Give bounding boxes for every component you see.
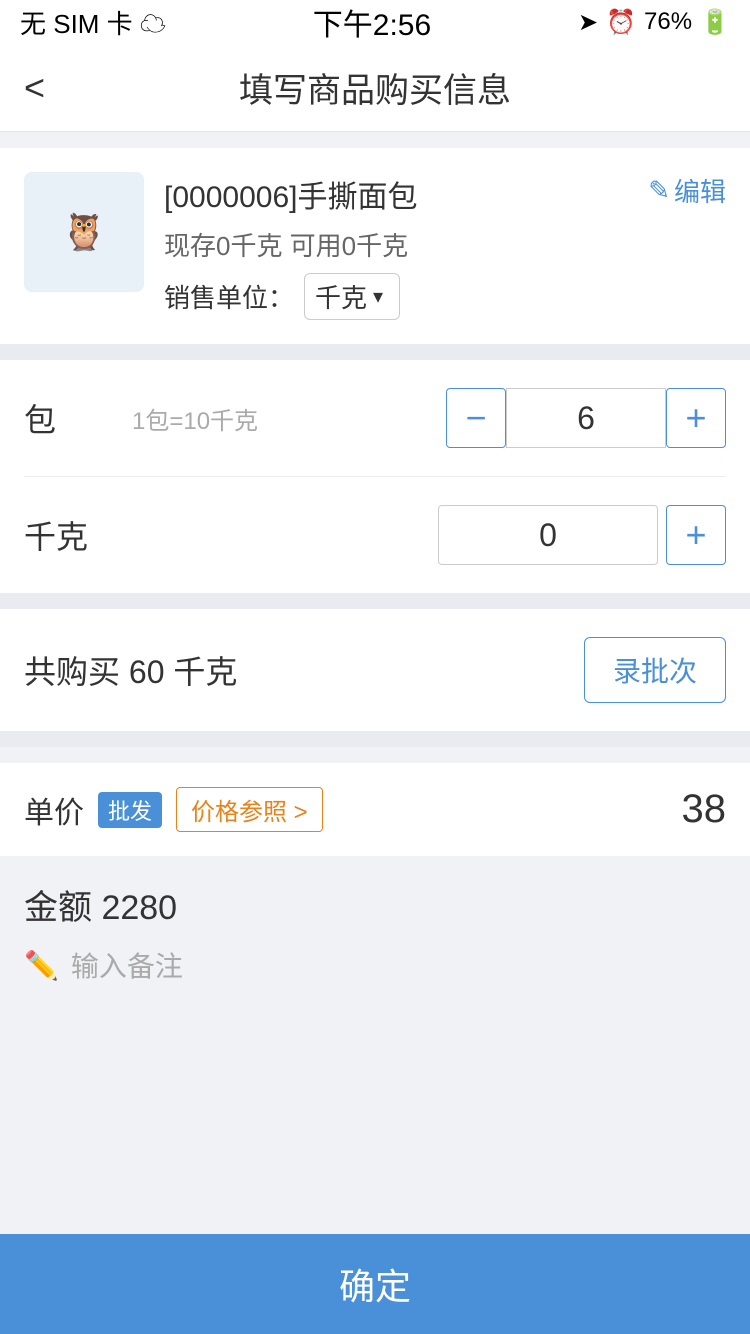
bao-input-row: 包 1包=10千克 − + [24, 360, 726, 477]
batch-button[interactable]: 录批次 [584, 637, 726, 703]
page-title: 填写商品购买信息 [239, 63, 511, 112]
product-unit-row: 销售单位： 千克 ▾ [164, 273, 726, 320]
edit-label[interactable]: 编辑 [674, 172, 726, 209]
price-label: 单价 [24, 788, 84, 832]
section-divider-1 [0, 344, 750, 360]
bao-decrement-button[interactable]: − [446, 388, 506, 448]
bao-label: 包 [24, 395, 124, 441]
section-divider-3 [0, 731, 750, 747]
back-button[interactable]: < [24, 67, 45, 109]
batch-tag: 批发 [98, 792, 162, 828]
unit-dropdown[interactable]: 千克 ▾ [304, 273, 400, 320]
amount-note[interactable]: ✏️ 输入备注 [24, 945, 726, 1009]
bao-hint: 1包=10千克 [132, 401, 446, 436]
product-image: 🦉 [24, 172, 144, 292]
bao-qty-control: − + [446, 388, 726, 448]
confirm-button[interactable]: 确定 [0, 1234, 750, 1334]
kg-qty-control: + [438, 505, 726, 565]
unit-label: 销售单位： [164, 278, 294, 315]
price-ref-button[interactable]: 价格参照 > [176, 787, 323, 832]
product-name-row: [0000006]手撕面包 ✎ 编辑 [164, 172, 726, 216]
bao-input[interactable] [506, 388, 666, 448]
amount-label: 金额 [24, 889, 101, 927]
location-icon: ➤ [578, 8, 598, 37]
product-info: [0000006]手撕面包 ✎ 编辑 现存0千克 可用0千克 销售单位： 千克 … [164, 172, 726, 320]
bao-increment-button[interactable]: + [666, 388, 726, 448]
kg-increment-button[interactable]: + [666, 505, 726, 565]
alarm-icon: ⏰ [606, 8, 636, 37]
amount-section: 金额 2280 ✏️ 输入备注 [0, 856, 750, 1009]
edit-icon: ✎ [648, 175, 670, 206]
battery-level: 76% [644, 8, 692, 36]
status-battery: ➤ ⏰ 76% 🔋 [578, 8, 730, 37]
kg-input[interactable] [438, 505, 658, 565]
total-text: 共购买 60 千克 [24, 647, 237, 693]
price-left: 单价 批发 价格参照 > [24, 787, 323, 832]
amount-value: 2280 [101, 889, 177, 927]
edit-link[interactable]: ✎ 编辑 [648, 172, 726, 209]
input-section: 包 1包=10千克 − + 千克 + [0, 360, 750, 593]
kg-input-row: 千克 + [24, 477, 726, 593]
amount-row: 金额 2280 [24, 880, 726, 929]
price-value: 38 [682, 787, 727, 832]
product-name: [0000006]手撕面包 [164, 172, 417, 216]
section-divider-2 [0, 593, 750, 609]
status-time: 下午2:56 [313, 0, 431, 44]
nav-bar: < 填写商品购买信息 [0, 44, 750, 132]
product-card: 🦉 [0000006]手撕面包 ✎ 编辑 现存0千克 可用0千克 销售单位： 千… [0, 148, 750, 344]
battery-icon: 🔋 [700, 8, 730, 37]
spacer [0, 1009, 750, 1234]
chevron-down-icon: ▾ [373, 284, 383, 309]
product-stock: 现存0千克 可用0千克 [164, 226, 726, 263]
total-row: 共购买 60 千克 录批次 [0, 609, 750, 731]
status-bar: 无 SIM 卡 ☁ 下午2:56 ➤ ⏰ 76% 🔋 [0, 0, 750, 44]
price-section: 单价 批发 价格参照 > 38 [0, 763, 750, 856]
unit-value: 千克 [315, 278, 367, 315]
note-placeholder[interactable]: 输入备注 [71, 945, 183, 985]
status-network: 无 SIM 卡 ☁ [20, 4, 166, 41]
product-logo: 🦉 [62, 211, 107, 253]
pencil-icon: ✏️ [24, 949, 59, 982]
kg-label: 千克 [24, 512, 124, 558]
